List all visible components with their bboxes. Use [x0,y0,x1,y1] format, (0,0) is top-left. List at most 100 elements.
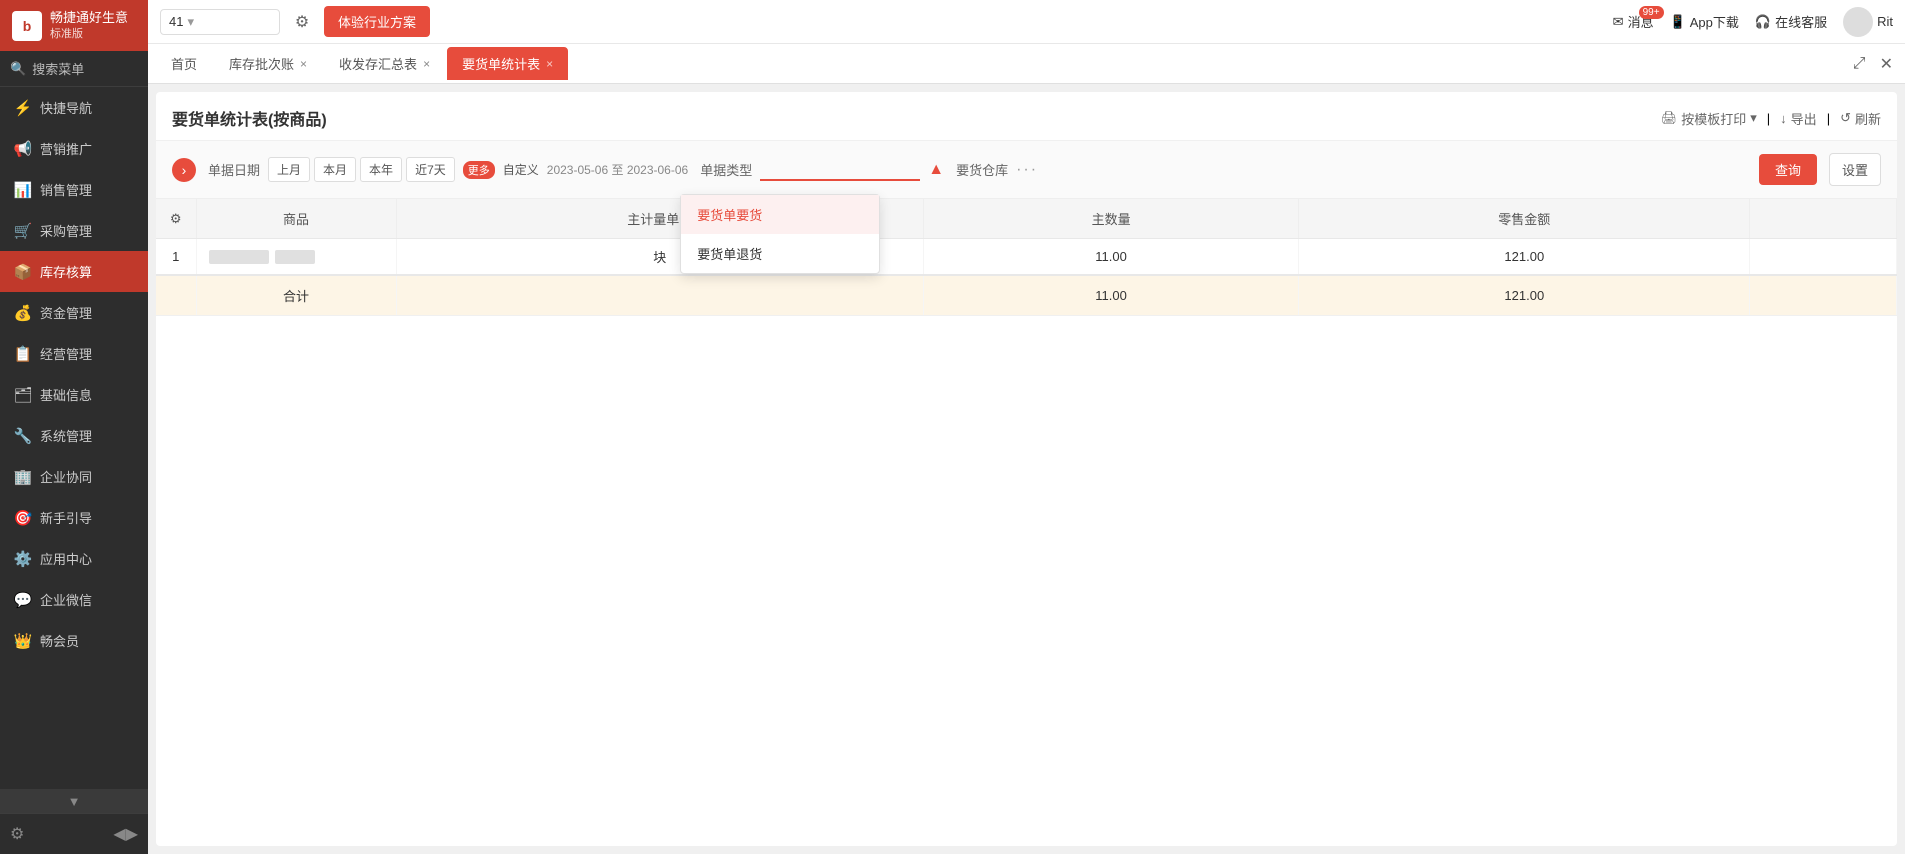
export-icon: ↓ [1780,111,1787,126]
sidebar-item-enterprise[interactable]: 🏢 企业协同 [0,456,148,497]
inventory-icon: 📦 [14,263,32,281]
app-download-button[interactable]: 📱 App下载 [1670,12,1739,31]
tab-batch-account-close[interactable]: × [300,57,307,71]
sidebar-item-operations[interactable]: 📋 经营管理 [0,333,148,374]
filter-expand-btn[interactable]: › [172,158,196,182]
row-index: 1 [156,239,196,276]
user-avatar[interactable]: Rit [1843,7,1893,37]
date-btn-7days[interactable]: 近7天 [406,157,455,182]
sidebar-header: b 畅捷通好生意 标准版 [0,0,148,51]
tab-expand-controls: ⤢ ✕ [1849,50,1897,78]
refresh-button[interactable]: ↺ 刷新 [1840,109,1881,128]
total-extra [1750,275,1897,316]
type-filter-label: 单据类型 [700,160,752,179]
phone-icon: 📱 [1670,14,1686,30]
date-filter-label: 单据日期 [208,160,260,179]
sidebar-nav: ⚡ 快捷导航 📢 营销推广 📊 销售管理 🛒 采购管理 📦 库存核算 💰 资金管… [0,87,148,789]
col-amount: 零售金额 [1299,199,1750,239]
page-header: 要货单统计表(按商品) 🖨 按模板打印 ▾ | ↓ 导出 | ↺ 刷新 [156,92,1897,141]
tab-home[interactable]: 首页 [156,47,212,80]
sidebar-item-wechat[interactable]: 💬 企业微信 [0,579,148,620]
type-filter-input[interactable] [760,158,920,181]
tabbar: 首页 库存批次账 × 收发存汇总表 × 要货单统计表 × ⤢ ✕ [148,44,1905,84]
total-quantity: 11.00 [924,275,1299,316]
row-quantity: 11.00 [924,239,1299,276]
page-actions: 🖨 按模板打印 ▾ | ↓ 导出 | ↺ 刷新 [1661,109,1881,128]
wechat-icon: 💬 [14,591,32,609]
avatar-image [1843,7,1873,37]
row-product [196,239,396,276]
tab-maximize-btn[interactable]: ⤢ [1849,51,1870,77]
date-filter-group: 单据日期 上月 本月 本年 近7天 更多 自定义 2023-05-06 至 20… [208,157,688,182]
date-btn-this-month[interactable]: 本月 [314,157,356,182]
app-center-icon: ⚙️ [14,550,32,568]
export-button[interactable]: ↓ 导出 [1780,109,1817,128]
col-product: 商品 [196,199,396,239]
store-selector[interactable]: 41 ▾ [160,9,280,35]
print-button[interactable]: 🖨 按模板打印 ▾ [1661,109,1757,128]
trial-button[interactable]: 体验行业方案 [324,6,430,37]
app-title: 畅捷通好生意 标准版 [50,10,128,41]
sidebar: b 畅捷通好生意 标准版 🔍 搜索菜单 ⚡ 快捷导航 📢 营销推广 📊 销售管理… [0,0,148,854]
sidebar-item-purchase[interactable]: 🛒 采购管理 [0,210,148,251]
col-quantity: 主数量 [924,199,1299,239]
date-btn-last-month[interactable]: 上月 [268,157,310,182]
type-dropdown: 要货单要货 要货单退货 [680,194,880,274]
sidebar-item-sales[interactable]: 📊 销售管理 [0,169,148,210]
tab-order-summary[interactable]: 要货单统计表 × [447,47,568,80]
headset-icon: 🎧 [1755,14,1771,30]
sidebar-item-basics[interactable]: 🗂 基础信息 [0,374,148,415]
dropdown-item-order-goods[interactable]: 要货单要货 [681,195,879,234]
topbar-right: ✉ 消息 99+ 📱 App下载 🎧 在线客服 Rit [1613,7,1893,37]
row-extra [1750,239,1897,276]
sidebar-item-quick-nav[interactable]: ⚡ 快捷导航 [0,87,148,128]
finance-icon: 💰 [14,304,32,322]
refresh-icon: ↺ [1840,110,1851,126]
total-empty1 [156,275,196,316]
sidebar-item-inventory[interactable]: 📦 库存核算 [0,251,148,292]
sidebar-footer: ⚙ ◀▶ [0,813,148,854]
tab-collect-summary-close[interactable]: × [423,57,430,71]
sidebar-item-app-center[interactable]: ⚙️ 应用中心 [0,538,148,579]
date-range-display: 2023-05-06 至 2023-06-06 [547,161,688,178]
collapse-footer-btn[interactable]: ◀▶ [113,824,138,844]
page-title: 要货单统计表(按商品) [172,106,327,130]
type-filter-group: 单据类型 ▲ 要货单要货 要货单退货 [700,158,944,181]
sidebar-item-guide[interactable]: 🎯 新手引导 [0,497,148,538]
query-button[interactable]: 查询 [1759,154,1817,185]
tab-close-all-btn[interactable]: ✕ [1876,50,1897,78]
tab-order-summary-close[interactable]: × [546,57,553,71]
total-label: 合计 [196,275,396,316]
topbar-left: 41 ▾ ⚙ 体验行业方案 [160,6,1603,37]
sidebar-item-system[interactable]: 🔧 系统管理 [0,415,148,456]
more-date-badge[interactable]: 更多 [463,161,495,179]
tab-collect-summary[interactable]: 收发存汇总表 × [324,47,445,80]
message-button[interactable]: ✉ 消息 99+ [1613,12,1654,31]
search-menu[interactable]: 🔍 搜索菜单 [0,51,148,87]
settings-button[interactable]: 设置 [1829,153,1881,186]
warehouse-filter-label: 要货仓库 [956,160,1008,179]
marketing-icon: 📢 [14,140,32,158]
total-amount: 121.00 [1299,275,1750,316]
date-btn-this-year[interactable]: 本年 [360,157,402,182]
type-dropdown-arrow[interactable]: ▲ [928,161,944,179]
sidebar-item-member[interactable]: 👑 畅会员 [0,620,148,661]
tab-batch-account[interactable]: 库存批次账 × [214,47,322,80]
settings-footer-btn[interactable]: ⚙ [10,824,24,844]
warehouse-more-btn[interactable]: ··· [1016,161,1038,179]
col-settings[interactable]: ⚙ [156,199,196,239]
date-custom-btn[interactable]: 自定义 [503,161,539,178]
data-table: ⚙ 商品 主计量单位 主数量 零售金额 1 [156,199,1897,316]
table-container: ⚙ 商品 主计量单位 主数量 零售金额 1 [156,199,1897,316]
sidebar-scroll-down[interactable]: ▼ [0,789,148,813]
quick-nav-icon: ⚡ [14,99,32,117]
warehouse-filter-group: 要货仓库 ··· [956,160,1038,179]
sidebar-item-marketing[interactable]: 📢 营销推广 [0,128,148,169]
purchase-icon: 🛒 [14,222,32,240]
message-badge: 99+ [1639,6,1664,19]
app-logo: b [12,11,42,41]
dropdown-item-order-return[interactable]: 要货单退货 [681,234,879,273]
sidebar-item-finance[interactable]: 💰 资金管理 [0,292,148,333]
topbar-gear-button[interactable]: ⚙ [288,8,316,36]
online-service-button[interactable]: 🎧 在线客服 [1755,12,1827,31]
